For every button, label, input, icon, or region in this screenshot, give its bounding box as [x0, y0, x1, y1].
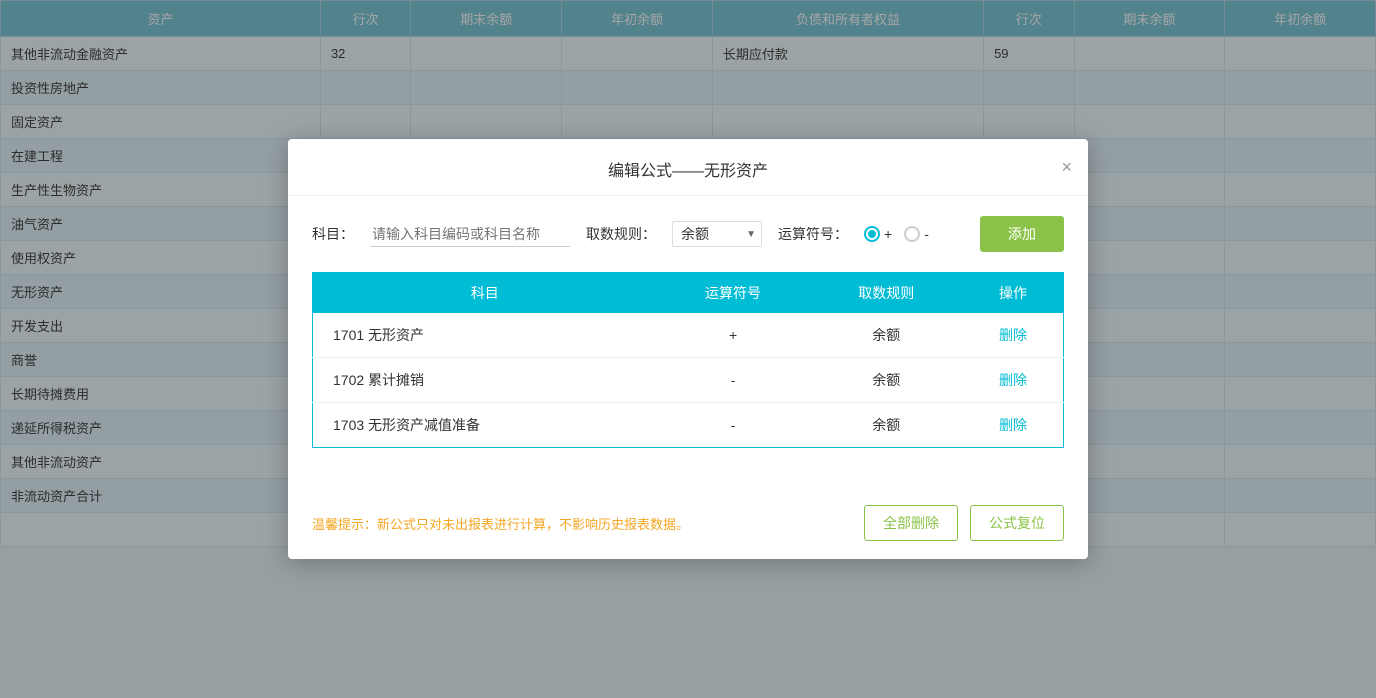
modal-body: 科目： 取数规则： 余额 ▼ 运算符号： +: [288, 196, 1088, 491]
table-header-operator: 运算符号: [656, 273, 809, 314]
operator-plus-radio[interactable]: +: [864, 226, 892, 242]
delete-row-button[interactable]: 删除: [999, 327, 1027, 343]
formula-table: 科目 运算符号 取数规则 操作 1701 无形资产+余额删除1702 累计摊销-…: [312, 272, 1064, 448]
formula-action[interactable]: 删除: [963, 358, 1064, 403]
formula-subject: 1703 无形资产减值准备: [313, 403, 657, 448]
operator-plus-label: +: [884, 226, 892, 242]
formula-operator: +: [656, 313, 809, 358]
reset-formula-button[interactable]: 公式复位: [970, 505, 1064, 541]
formula-rule: 余额: [810, 358, 963, 403]
formula-form-row: 科目： 取数规则： 余额 ▼ 运算符号： +: [312, 216, 1064, 252]
operator-radio-group: + -: [864, 226, 929, 242]
modal-header: 编辑公式——无形资产 ×: [288, 139, 1088, 196]
subject-label: 科目：: [312, 224, 354, 244]
formula-rule: 余额: [810, 313, 963, 358]
rule-select[interactable]: 余额: [672, 221, 762, 247]
formula-action[interactable]: 删除: [963, 313, 1064, 358]
delete-row-button[interactable]: 删除: [999, 417, 1027, 433]
footer-buttons: 全部删除 公式复位: [864, 505, 1064, 541]
formula-table-row: 1701 无形资产+余额 删除: [313, 313, 1064, 358]
formula-table-row: 1702 累计摊销-余额 删除: [313, 358, 1064, 403]
modal-footer: 温馨提示：新公式只对未出报表进行计算，不影响历史报表数据。 全部删除 公式复位: [288, 491, 1088, 559]
formula-subject: 1702 累计摊销: [313, 358, 657, 403]
operator-minus-label: -: [924, 226, 929, 242]
formula-subject: 1701 无形资产: [313, 313, 657, 358]
add-button[interactable]: 添加: [980, 216, 1064, 252]
modal-title: 编辑公式——无形资产: [608, 163, 768, 180]
radio-plus-icon: [864, 226, 880, 242]
formula-operator: -: [656, 403, 809, 448]
rule-select-wrapper[interactable]: 余额 ▼: [672, 221, 762, 247]
subject-input[interactable]: [370, 222, 570, 247]
delete-row-button[interactable]: 删除: [999, 372, 1027, 388]
table-header-rule: 取数规则: [810, 273, 963, 314]
formula-action[interactable]: 删除: [963, 403, 1064, 448]
edit-formula-modal: 编辑公式——无形资产 × 科目： 取数规则： 余额 ▼ 运算符号：: [288, 139, 1088, 559]
delete-all-button[interactable]: 全部删除: [864, 505, 958, 541]
operator-label: 运算符号：: [778, 224, 848, 244]
rule-label: 取数规则：: [586, 224, 656, 244]
footer-hint: 温馨提示：新公式只对未出报表进行计算，不影响历史报表数据。: [312, 514, 689, 533]
operator-minus-radio[interactable]: -: [904, 226, 929, 242]
modal-overlay: 编辑公式——无形资产 × 科目： 取数规则： 余额 ▼ 运算符号：: [0, 0, 1376, 698]
radio-minus-icon: [904, 226, 920, 242]
modal-close-button[interactable]: ×: [1061, 158, 1072, 176]
table-header-action: 操作: [963, 273, 1064, 314]
table-header-subject: 科目: [313, 273, 657, 314]
formula-operator: -: [656, 358, 809, 403]
formula-rule: 余额: [810, 403, 963, 448]
formula-table-row: 1703 无形资产减值准备-余额 删除: [313, 403, 1064, 448]
